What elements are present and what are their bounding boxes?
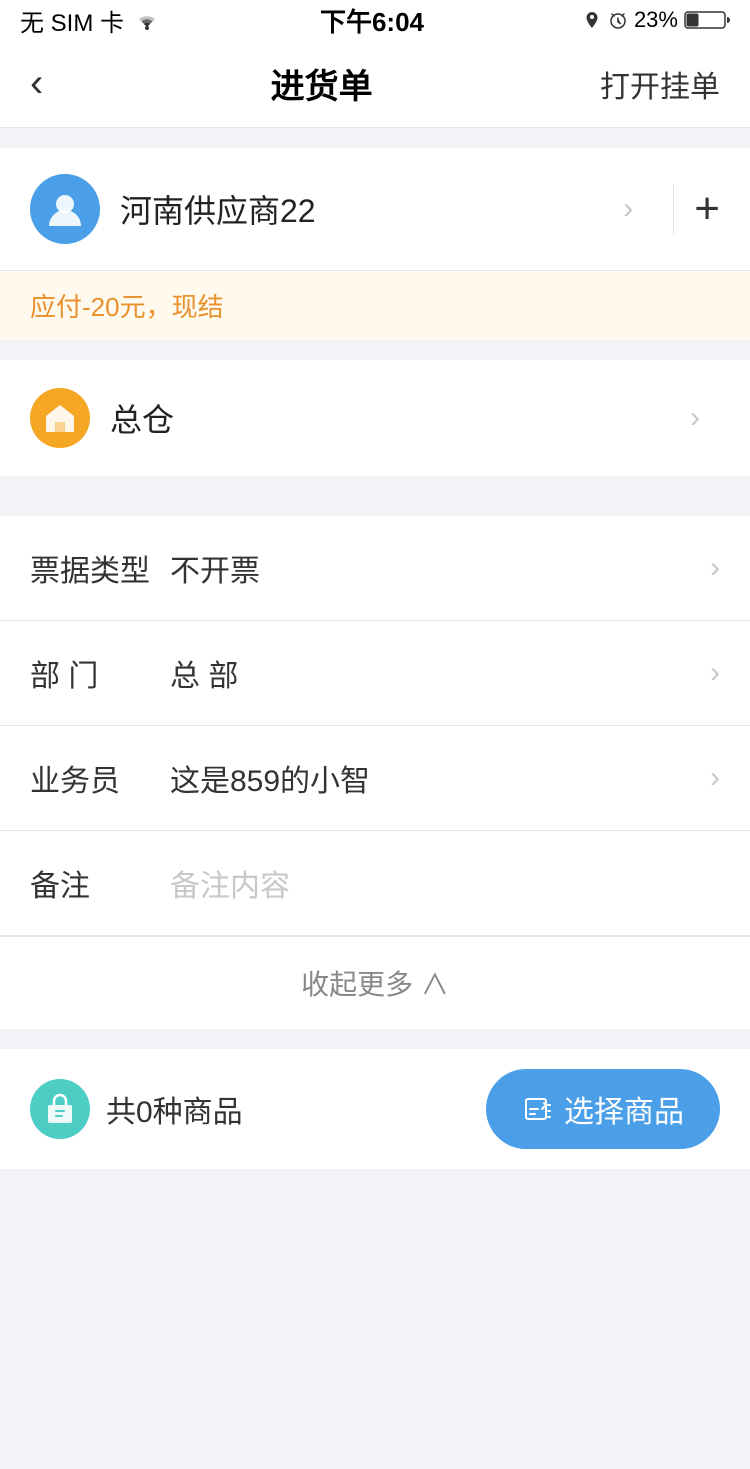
- page-title: 进货单: [271, 59, 373, 108]
- goods-count-text: 共0种商品: [106, 1087, 243, 1131]
- bottom-bar: 共0种商品 选择商品: [0, 1049, 750, 1169]
- invoice-type-label: 票据类型: [30, 546, 160, 590]
- alarm-icon: [608, 10, 628, 30]
- department-row[interactable]: 部 门 总 部 ›: [0, 621, 750, 726]
- select-goods-icon: [522, 1093, 554, 1125]
- remarks-label: 备注: [30, 861, 160, 905]
- notice-banner: 应付-20元，现结: [0, 271, 750, 340]
- battery-percent: 23%: [634, 7, 678, 33]
- status-right: 23%: [582, 7, 730, 33]
- page-background: [0, 1169, 750, 1469]
- remarks-value[interactable]: 备注内容: [170, 861, 720, 905]
- collapse-label: 收起更多 ∧: [301, 969, 449, 1000]
- add-button[interactable]: +: [694, 187, 720, 231]
- salesperson-row[interactable]: 业务员 这是859的小智 ›: [0, 726, 750, 831]
- goods-summary: 共0种商品: [30, 1079, 243, 1139]
- battery-icon: [684, 9, 730, 31]
- section-gap-2: [0, 340, 750, 360]
- department-value: 总 部: [170, 651, 710, 695]
- form-section: 票据类型 不开票 › 部 门 总 部 › 业务员 这是859的小智 › 备注 备…: [0, 516, 750, 1029]
- status-bar: 无 SIM 卡 下午6:04 23%: [0, 0, 750, 40]
- warehouse-icon-wrap: [30, 388, 90, 448]
- vertical-divider: [673, 184, 674, 234]
- section-gap-1: [0, 128, 750, 148]
- shopping-bag-icon: [42, 1091, 78, 1127]
- invoice-type-value: 不开票: [170, 546, 710, 590]
- supplier-section: 河南供应商22 › + 应付-20元，现结: [0, 148, 750, 340]
- goods-icon-wrap: [30, 1079, 90, 1139]
- notice-text: 应付-20元，现结: [30, 292, 224, 322]
- warehouse-row[interactable]: 总仓 ›: [0, 360, 750, 476]
- invoice-type-row[interactable]: 票据类型 不开票 ›: [0, 516, 750, 621]
- person-icon: [44, 188, 86, 230]
- nav-bar: ‹ 进货单 打开挂单: [0, 40, 750, 128]
- warehouse-chevron-icon: ›: [690, 401, 700, 435]
- select-goods-label: 选择商品: [564, 1087, 684, 1131]
- collapse-row[interactable]: 收起更多 ∧: [0, 936, 750, 1029]
- sim-status: 无 SIM 卡: [20, 3, 124, 38]
- location-icon: [582, 10, 602, 30]
- department-chevron-icon: ›: [710, 656, 720, 690]
- supplier-row[interactable]: 河南供应商22 › +: [0, 148, 750, 271]
- invoice-type-chevron-icon: ›: [710, 551, 720, 585]
- select-goods-button[interactable]: 选择商品: [486, 1069, 720, 1149]
- back-button[interactable]: ‹: [30, 61, 43, 106]
- warehouse-name: 总仓: [110, 395, 690, 441]
- salesperson-value: 这是859的小智: [170, 756, 710, 800]
- supplier-name: 河南供应商22: [120, 186, 623, 232]
- open-pending-button[interactable]: 打开挂单: [600, 62, 720, 106]
- status-time: 下午6:04: [320, 2, 424, 39]
- warehouse-section[interactable]: 总仓 ›: [0, 360, 750, 476]
- department-label: 部 门: [30, 651, 160, 695]
- warehouse-building-icon: [42, 400, 78, 436]
- supplier-avatar: [30, 174, 100, 244]
- status-left: 无 SIM 卡: [20, 3, 162, 38]
- supplier-chevron-icon: ›: [623, 192, 633, 226]
- remarks-row[interactable]: 备注 备注内容: [0, 831, 750, 936]
- wifi-icon: [132, 9, 162, 31]
- section-gap-3: [0, 476, 750, 496]
- salesperson-label: 业务员: [30, 756, 160, 800]
- salesperson-chevron-icon: ›: [710, 761, 720, 795]
